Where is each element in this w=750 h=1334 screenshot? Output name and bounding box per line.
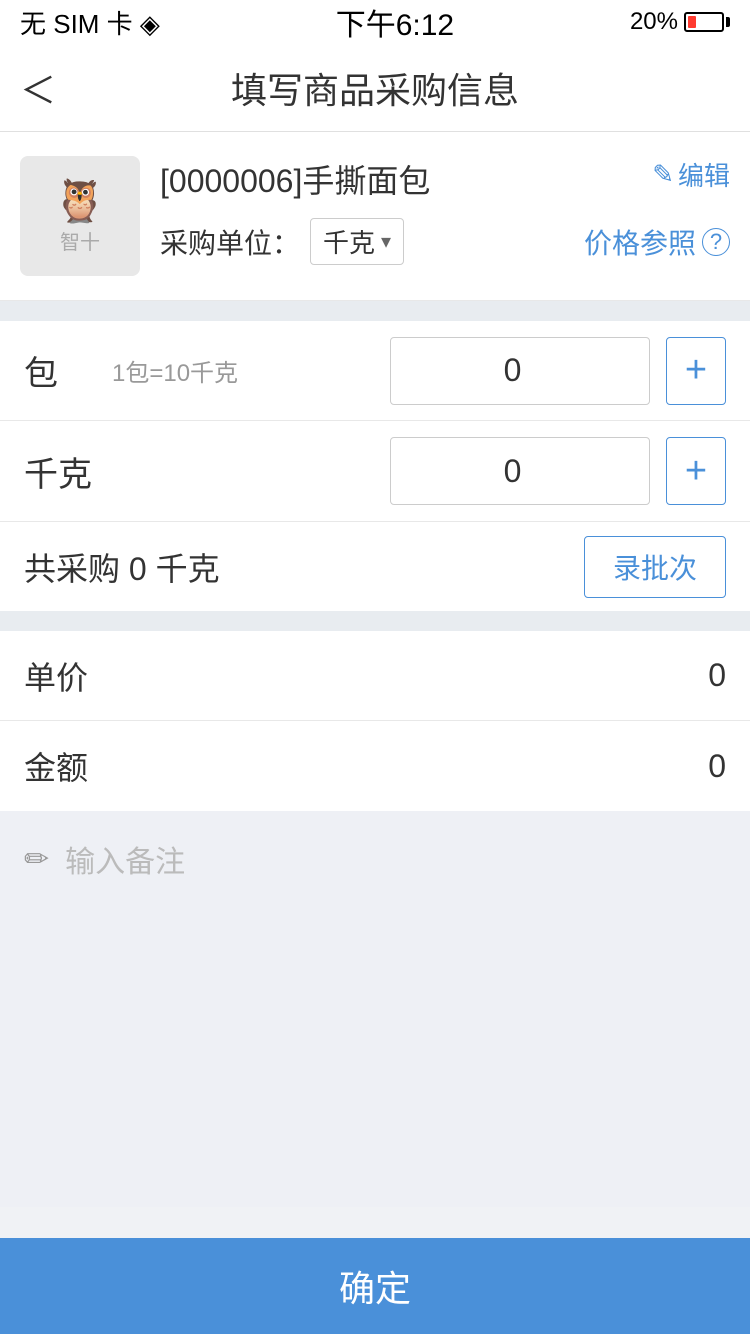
product-section: 🦉 智十 [0000006]手撕面包 ✎ 编辑 采购单位： 千克 ▾ 价格参照 xyxy=(0,132,750,301)
kg-plus-button[interactable]: + xyxy=(666,437,726,505)
amount-row: 金额 0 xyxy=(0,721,750,811)
status-time: 下午6:12 xyxy=(336,0,454,44)
price-section: 单价 0 金额 0 xyxy=(0,631,750,811)
product-logo-text: 智十 xyxy=(60,226,100,255)
unit-price-label: 单价 xyxy=(24,653,88,699)
price-ref-button[interactable]: 价格参照 ? xyxy=(584,222,730,262)
product-image: 🦉 智十 xyxy=(20,156,140,276)
batch-button[interactable]: 录批次 xyxy=(584,536,726,598)
empty-space xyxy=(0,907,750,1207)
bag-sublabel: 1包=10千克 xyxy=(112,353,238,388)
unit-price-row: 单价 0 xyxy=(0,631,750,721)
pencil-icon: ✏ xyxy=(24,842,49,877)
edit-button[interactable]: ✎ 编辑 xyxy=(652,156,730,193)
unit-select[interactable]: 千克 ▾ xyxy=(310,218,404,265)
product-header: [0000006]手撕面包 ✎ 编辑 xyxy=(160,156,730,202)
status-battery-percent: 20% xyxy=(630,8,678,36)
kg-input[interactable] xyxy=(390,437,650,505)
amount-label: 金额 xyxy=(24,743,88,789)
summary-text: 共采购 0 千克 xyxy=(24,544,220,590)
price-ref-label: 价格参照 xyxy=(584,222,696,262)
amount-value: 0 xyxy=(708,748,726,785)
kg-input-wrap: + xyxy=(104,437,726,505)
page-title: 填写商品采购信息 xyxy=(231,62,519,114)
bag-input[interactable] xyxy=(390,337,650,405)
section-divider-2 xyxy=(0,611,750,631)
confirm-button[interactable]: 确定 xyxy=(0,1238,750,1334)
product-name: [0000006]手撕面包 xyxy=(160,156,430,202)
bag-input-wrap: + xyxy=(238,337,726,405)
back-button[interactable]: ＜ xyxy=(20,62,56,114)
bag-label: 包 xyxy=(24,346,104,395)
status-right-group: 20% xyxy=(630,8,730,36)
section-divider-1 xyxy=(0,301,750,321)
status-bar: 无 SIM 卡 ◈ 下午6:12 20% xyxy=(0,0,750,44)
bag-plus-button[interactable]: + xyxy=(666,337,726,405)
unit-value: 千克 xyxy=(323,223,375,260)
status-network: 无 SIM 卡 ◈ xyxy=(20,4,160,41)
remark-placeholder: 输入备注 xyxy=(65,837,185,881)
chevron-down-icon: ▾ xyxy=(381,229,391,254)
product-unit-row: 采购单位： 千克 ▾ 价格参照 ? xyxy=(160,218,730,265)
info-icon: ? xyxy=(702,228,730,256)
unit-price-value: 0 xyxy=(708,657,726,694)
product-info: [0000006]手撕面包 ✎ 编辑 采购单位： 千克 ▾ 价格参照 ? xyxy=(160,156,730,265)
edit-icon: ✎ xyxy=(652,159,674,190)
nav-bar: ＜ 填写商品采购信息 xyxy=(0,44,750,132)
kg-label: 千克 xyxy=(24,447,104,496)
remark-section[interactable]: ✏ 输入备注 xyxy=(0,811,750,907)
kg-input-row: 千克 + xyxy=(0,421,750,521)
product-logo-icon: 🦉 xyxy=(54,177,106,226)
bag-input-row: 包 1包=10千克 + xyxy=(0,321,750,421)
unit-label: 采购单位： xyxy=(160,222,300,262)
input-section: 包 1包=10千克 + 千克 + xyxy=(0,321,750,521)
summary-row: 共采购 0 千克 录批次 xyxy=(0,521,750,611)
battery-icon xyxy=(684,12,730,32)
